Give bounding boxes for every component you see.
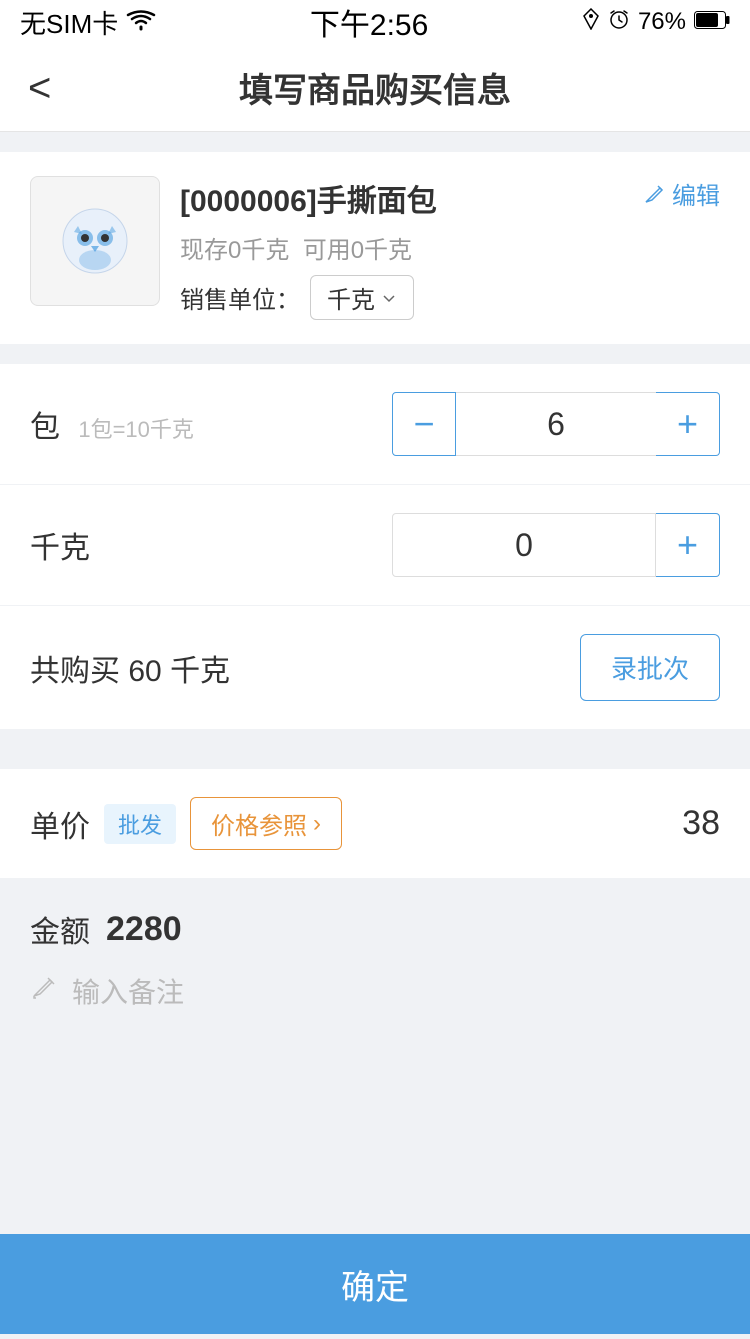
section-sep-1: [0, 344, 750, 364]
status-left: 无SIM卡: [20, 4, 156, 41]
kg-label: 千克: [30, 523, 392, 567]
batch-button[interactable]: 录批次: [580, 634, 720, 701]
confirm-button-label: 确定: [341, 1260, 409, 1309]
pencil-icon: [30, 974, 58, 1009]
kg-row: 千克 +: [0, 485, 750, 606]
alarm-icon: [608, 8, 630, 37]
amount-label: 金额: [30, 907, 90, 951]
bao-quantity-control: − +: [392, 392, 720, 456]
nav-title: 填写商品购买信息: [239, 63, 511, 112]
note-placeholder: 输入备注: [72, 971, 184, 1011]
price-label: 单价 批发 价格参照 ›: [30, 797, 342, 850]
bao-hint: 1包=10千克: [78, 417, 194, 442]
wifi-icon: [126, 7, 156, 38]
edit-button[interactable]: 编辑: [642, 176, 720, 211]
confirm-bar[interactable]: 确定: [0, 1234, 750, 1334]
status-right: 76%: [582, 8, 730, 37]
product-card: [0000006]手撕面包 现存0千克 可用0千克 销售单位： 千克 编辑: [0, 152, 750, 344]
bao-decrease-button[interactable]: −: [392, 392, 456, 456]
summary-text: 共购买 60 千克: [30, 646, 230, 690]
bao-increase-button[interactable]: +: [656, 392, 720, 456]
kg-quantity-control: +: [392, 513, 720, 577]
price-row: 单价 批发 价格参照 › 38: [30, 797, 720, 850]
battery-icon: [694, 8, 730, 36]
unit-select[interactable]: 千克: [310, 275, 414, 320]
kg-increase-button[interactable]: +: [656, 513, 720, 577]
product-stock: 现存0千克 可用0千克: [180, 230, 720, 265]
price-section: 单价 批发 价格参照 › 38: [0, 769, 750, 879]
summary-amount: 60: [128, 655, 170, 688]
bao-quantity-input[interactable]: [456, 392, 656, 456]
location-icon: [582, 8, 600, 37]
back-button[interactable]: <: [28, 68, 51, 108]
price-tag: 批发: [104, 804, 176, 844]
bao-row: 包 1包=10千克 − +: [0, 364, 750, 485]
note-row[interactable]: 输入备注: [30, 971, 720, 1039]
summary-row: 共购买 60 千克 录批次: [0, 606, 750, 729]
amount-section: 金额 2280 输入备注: [0, 879, 750, 1039]
product-image: [30, 176, 160, 306]
status-bar: 无SIM卡 下午2:56 76%: [0, 0, 750, 44]
product-name: [0000006]手撕面包: [180, 176, 720, 220]
amount-row: 金额 2280: [30, 907, 720, 951]
battery-text: 76%: [638, 8, 686, 36]
carrier-text: 无SIM卡: [20, 4, 118, 41]
kg-quantity-input[interactable]: [392, 513, 656, 577]
price-value: 38: [682, 804, 720, 843]
bao-label: 包 1包=10千克: [30, 402, 392, 446]
amount-value: 2280: [106, 910, 182, 949]
nav-bar: < 填写商品购买信息: [0, 44, 750, 132]
status-time: 下午2:56: [310, 0, 428, 44]
product-info: [0000006]手撕面包 现存0千克 可用0千克 销售单位： 千克: [180, 176, 720, 320]
price-ref-button[interactable]: 价格参照 ›: [190, 797, 342, 850]
input-section: 包 1包=10千克 − + 千克 +: [0, 364, 750, 606]
product-unit-row: 销售单位： 千克: [180, 275, 720, 320]
section-sep-2: [0, 729, 750, 749]
